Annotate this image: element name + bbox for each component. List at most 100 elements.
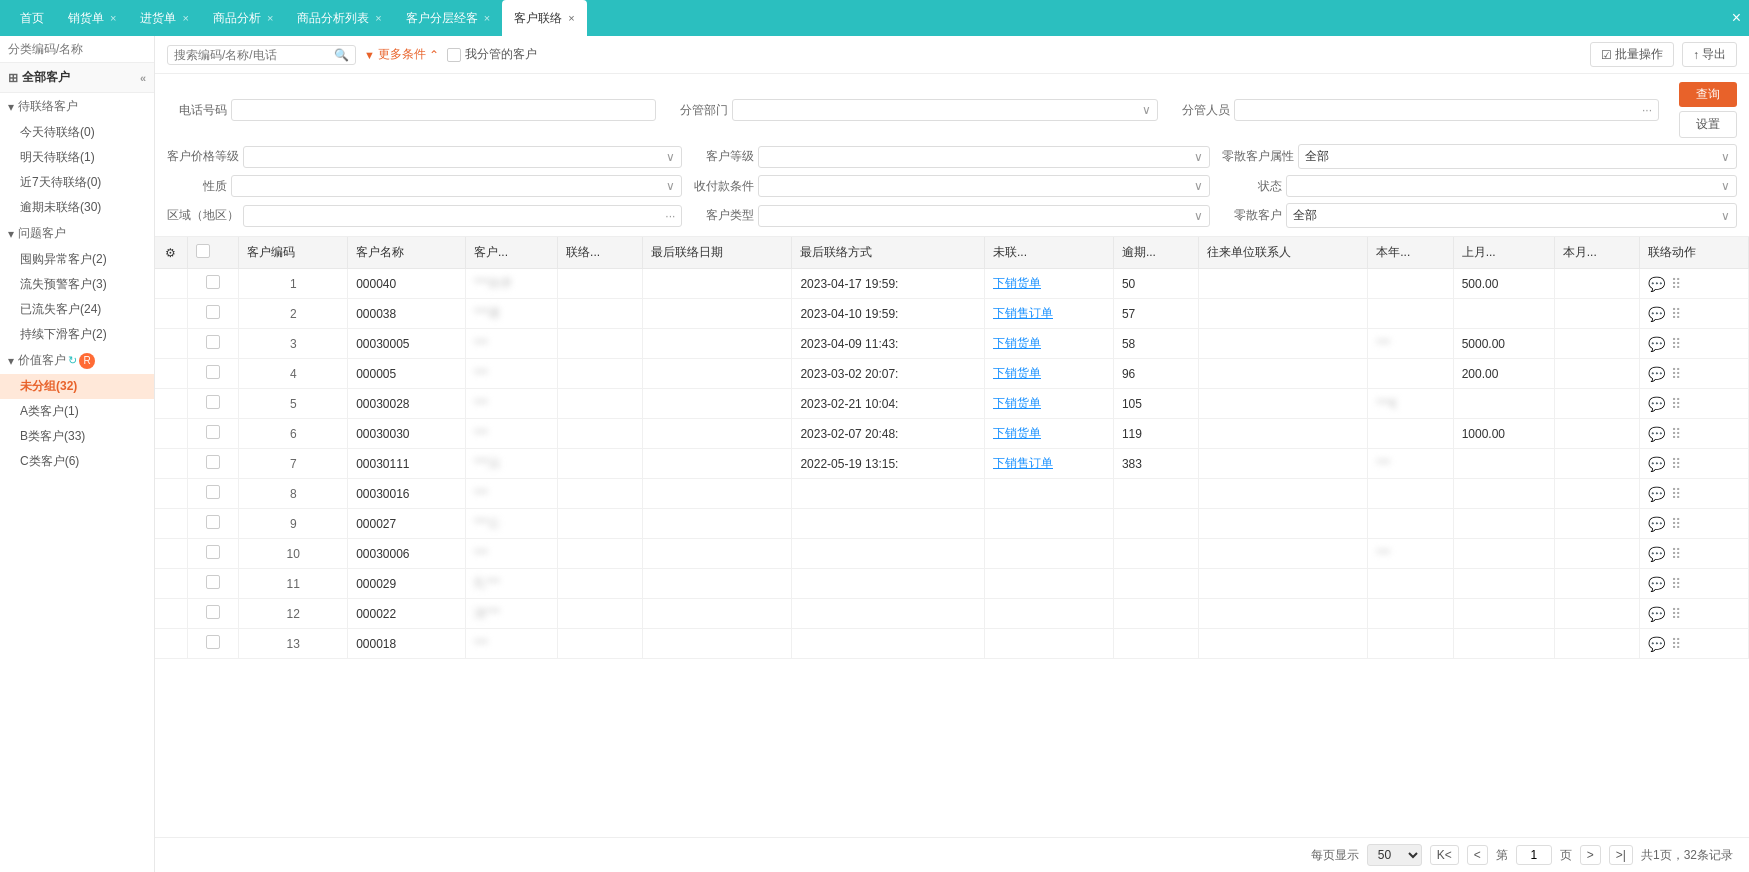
chat-icon[interactable]: 💬 xyxy=(1648,306,1665,322)
menu-icon[interactable]: ⠿ xyxy=(1671,486,1681,502)
td-last-method[interactable]: 下销售订单 xyxy=(985,299,1114,329)
chat-icon[interactable]: 💬 xyxy=(1648,396,1665,412)
prev-page-btn[interactable]: < xyxy=(1467,845,1488,865)
menu-icon[interactable]: ⠿ xyxy=(1671,636,1681,652)
row-checkbox[interactable] xyxy=(206,515,220,529)
tab-purchase[interactable]: 进货单 × xyxy=(128,0,200,36)
filter-my-customers[interactable]: 我分管的客户 xyxy=(447,46,537,63)
sidebar-collapse-btn[interactable]: « xyxy=(140,72,146,84)
row-checkbox[interactable] xyxy=(206,275,220,289)
export-btn[interactable]: ↑ 导出 xyxy=(1682,42,1737,67)
th-this-year[interactable]: 本年... xyxy=(1368,237,1453,269)
reset-btn[interactable]: 设置 xyxy=(1679,111,1737,138)
td-checkbox[interactable] xyxy=(187,629,239,659)
td-checkbox[interactable] xyxy=(187,599,239,629)
th-last-month[interactable]: 上月... xyxy=(1453,237,1554,269)
th-settings[interactable]: ⚙ xyxy=(155,237,187,269)
filter-more-btn[interactable]: ▼ 更多条件 ⌃ xyxy=(364,46,439,63)
chat-icon[interactable]: 💬 xyxy=(1648,456,1665,472)
th-cust-type[interactable]: 客户... xyxy=(465,237,557,269)
row-checkbox[interactable] xyxy=(206,395,220,409)
sidebar-item-tomorrow[interactable]: 明天待联络(1) xyxy=(0,145,154,170)
chat-icon[interactable]: 💬 xyxy=(1648,576,1665,592)
chat-icon[interactable]: 💬 xyxy=(1648,546,1665,562)
sidebar-item-type-a[interactable]: A类客户(1) xyxy=(0,399,154,424)
tab-purchase-close[interactable]: × xyxy=(182,12,188,24)
menu-icon[interactable]: ⠿ xyxy=(1671,576,1681,592)
row-checkbox[interactable] xyxy=(206,335,220,349)
sidebar-item-7days[interactable]: 近7天待联络(0) xyxy=(0,170,154,195)
contact-method-link[interactable]: 下销货单 xyxy=(993,336,1041,350)
chat-icon[interactable]: 💬 xyxy=(1648,516,1665,532)
sidebar-item-today[interactable]: 今天待联络(0) xyxy=(0,120,154,145)
menu-icon[interactable]: ⠿ xyxy=(1671,606,1681,622)
tab-customer-segment[interactable]: 客户分层经客 × xyxy=(394,0,502,36)
row-checkbox[interactable] xyxy=(206,455,220,469)
menu-icon[interactable]: ⠿ xyxy=(1671,456,1681,472)
sidebar-group-value[interactable]: ▾ 价值客户 ↻ R xyxy=(0,347,154,374)
menu-icon[interactable]: ⠿ xyxy=(1671,276,1681,292)
batch-op-btn[interactable]: ☑ 批量操作 xyxy=(1590,42,1674,67)
td-checkbox[interactable] xyxy=(187,359,239,389)
chat-icon[interactable]: 💬 xyxy=(1648,366,1665,382)
th-name[interactable]: 客户名称 xyxy=(348,237,466,269)
contact-method-link[interactable]: 下销货单 xyxy=(993,366,1041,380)
row-checkbox[interactable] xyxy=(206,365,220,379)
filter-dept-select[interactable]: ∨ xyxy=(732,99,1157,121)
td-checkbox[interactable] xyxy=(187,269,239,299)
row-checkbox[interactable] xyxy=(206,305,220,319)
filter-search-icon[interactable]: 🔍 xyxy=(334,48,349,62)
contact-method-link[interactable]: 下销货单 xyxy=(993,426,1041,440)
td-last-method[interactable]: 下销货单 xyxy=(985,359,1114,389)
window-close-btn[interactable]: × xyxy=(1732,9,1741,27)
contact-method-link[interactable]: 下销货单 xyxy=(993,396,1041,410)
menu-icon[interactable]: ⠿ xyxy=(1671,396,1681,412)
filter-status-select[interactable]: ∨ xyxy=(1286,175,1737,197)
row-checkbox[interactable] xyxy=(206,635,220,649)
filter-person-select[interactable]: ··· xyxy=(1234,99,1659,121)
chat-icon[interactable]: 💬 xyxy=(1648,636,1665,652)
td-checkbox[interactable] xyxy=(187,509,239,539)
chat-icon[interactable]: 💬 xyxy=(1648,486,1665,502)
chat-icon[interactable]: 💬 xyxy=(1648,426,1665,442)
th-this-month[interactable]: 本月... xyxy=(1554,237,1639,269)
page-size-select[interactable]: 50 100 xyxy=(1367,844,1422,866)
tab-customer-contact[interactable]: 客户联络 × xyxy=(502,0,586,36)
td-checkbox[interactable] xyxy=(187,299,239,329)
contact-method-link[interactable]: 下销货单 xyxy=(993,276,1041,290)
td-checkbox[interactable] xyxy=(187,329,239,359)
sidebar-group-pending[interactable]: ▾ 待联络客户 xyxy=(0,93,154,120)
sidebar-item-overdue[interactable]: 逾期未联络(30) xyxy=(0,195,154,220)
tab-analysis[interactable]: 商品分析 × xyxy=(201,0,285,36)
next-page-btn[interactable]: > xyxy=(1580,845,1601,865)
sidebar-group-problem[interactable]: ▾ 问题客户 xyxy=(0,220,154,247)
chat-icon[interactable]: 💬 xyxy=(1648,606,1665,622)
select-all-checkbox[interactable] xyxy=(196,244,210,258)
th-last-method[interactable]: 最后联络方式 xyxy=(792,237,985,269)
td-last-method[interactable]: 下销货单 xyxy=(985,329,1114,359)
sidebar-item-churned[interactable]: 已流失客户(24) xyxy=(0,297,154,322)
filter-cust-type-select[interactable]: ∨ xyxy=(758,205,1209,227)
filter-phone-input[interactable] xyxy=(231,99,656,121)
settings-gear-icon[interactable]: ⚙ xyxy=(165,246,176,260)
td-last-method[interactable]: 下销售订单 xyxy=(985,449,1114,479)
filter-region-select[interactable]: ··· xyxy=(243,205,682,227)
sidebar-item-declining[interactable]: 持续下滑客户(2) xyxy=(0,322,154,347)
tab-analysis-list[interactable]: 商品分析列表 × xyxy=(285,0,393,36)
row-checkbox[interactable] xyxy=(206,425,220,439)
menu-icon[interactable]: ⠿ xyxy=(1671,306,1681,322)
tab-customer-contact-close[interactable]: × xyxy=(568,12,574,24)
row-checkbox[interactable] xyxy=(206,575,220,589)
sidebar-search-input[interactable] xyxy=(8,42,155,56)
row-checkbox[interactable] xyxy=(206,485,220,499)
tab-home[interactable]: 首页 xyxy=(8,0,56,36)
sidebar-item-type-c[interactable]: C类客户(6) xyxy=(0,449,154,474)
all-customers-header[interactable]: ⊞ 全部客户 « xyxy=(0,63,154,93)
th-checkbox[interactable] xyxy=(187,237,239,269)
td-last-method[interactable]: 下销货单 xyxy=(985,389,1114,419)
th-overdue[interactable]: 逾期... xyxy=(1113,237,1198,269)
td-checkbox[interactable] xyxy=(187,449,239,479)
my-customers-checkbox[interactable] xyxy=(447,48,461,62)
td-checkbox[interactable] xyxy=(187,539,239,569)
chat-icon[interactable]: 💬 xyxy=(1648,276,1665,292)
